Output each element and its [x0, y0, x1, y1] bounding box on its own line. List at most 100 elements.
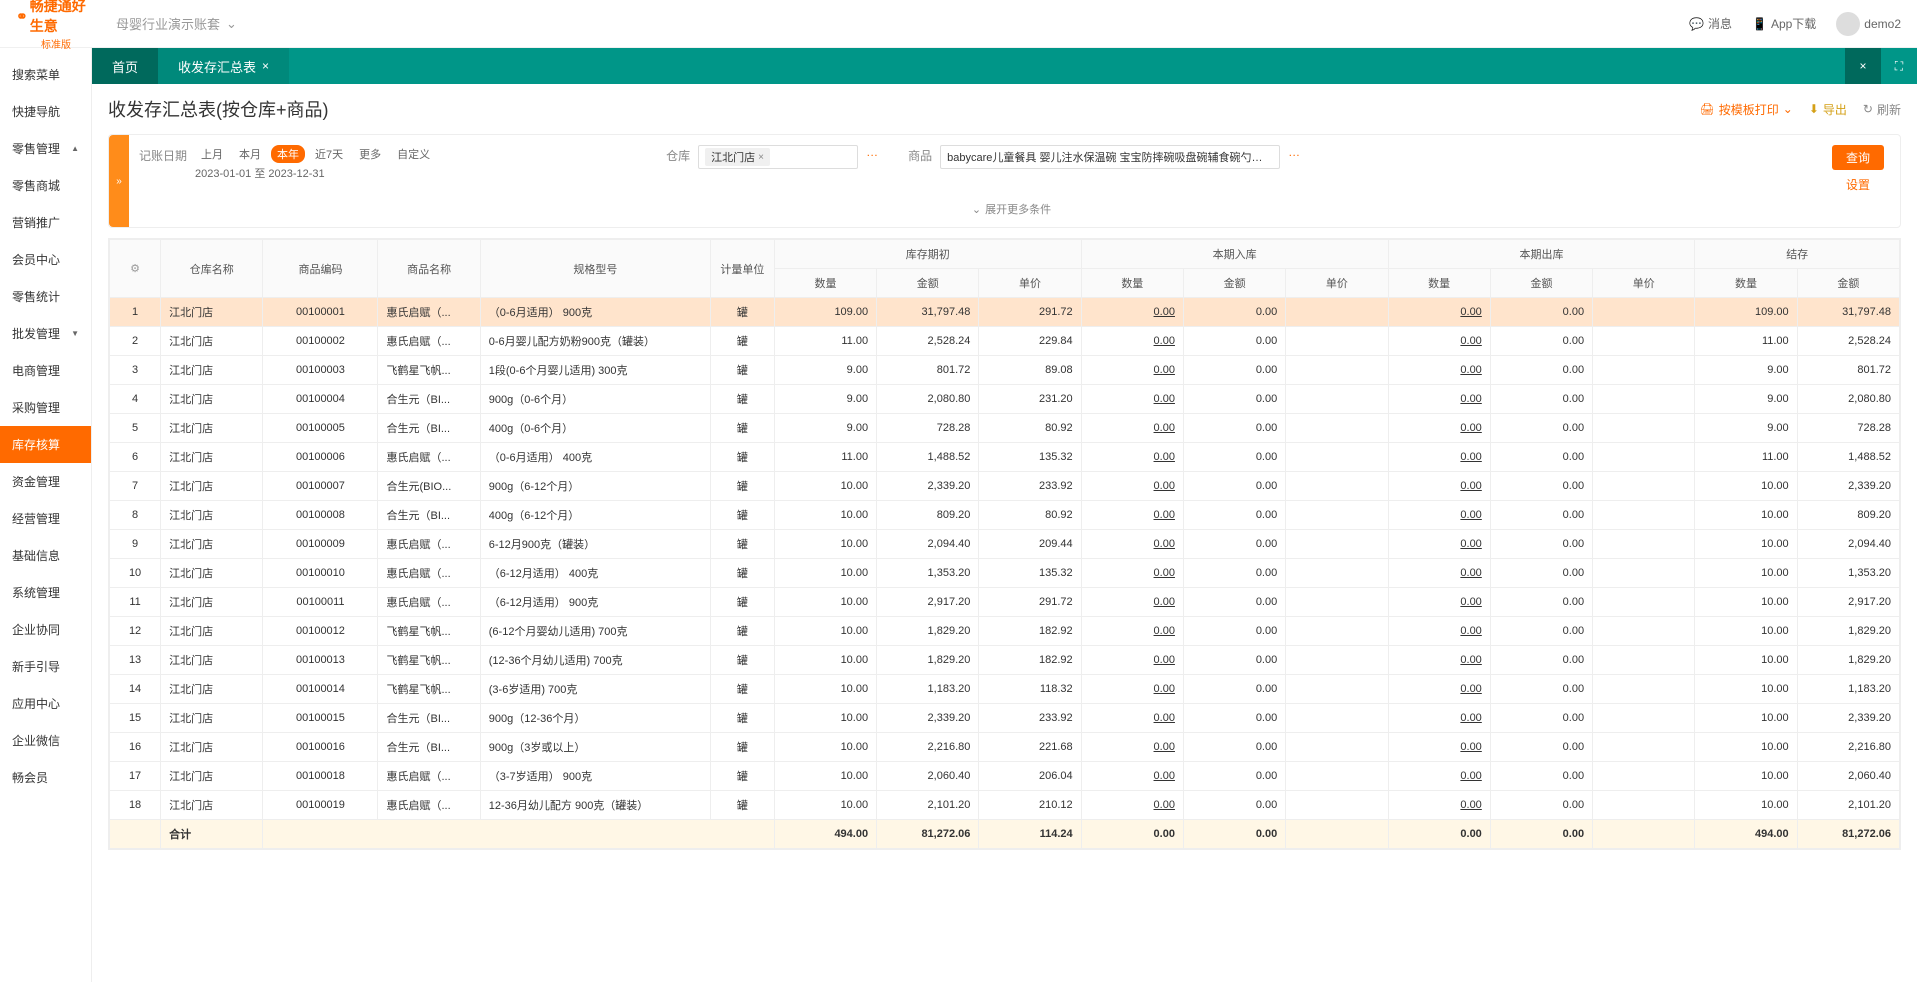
- table-row[interactable]: 7江北门店00100007合生元(BIO...900g（6-12个月）罐10.0…: [110, 472, 1900, 501]
- sidebar-item-18[interactable]: 企业微信: [0, 722, 91, 759]
- table-row[interactable]: 16江北门店00100016合生元（BI...900g（3岁或以上）罐10.00…: [110, 733, 1900, 762]
- expand-more-filters[interactable]: ⌄ 展开更多条件: [139, 201, 1884, 217]
- cell-q2[interactable]: 0.00: [1081, 733, 1183, 762]
- table-row[interactable]: 10江北门店00100010惠氏启赋（...（6-12月适用） 400克罐10.…: [110, 559, 1900, 588]
- cell-q3[interactable]: 0.00: [1388, 501, 1490, 530]
- cell-q2[interactable]: 0.00: [1081, 559, 1183, 588]
- cell-q3[interactable]: 0.00: [1388, 385, 1490, 414]
- sidebar-item-19[interactable]: 畅会员: [0, 759, 91, 796]
- product-input[interactable]: babycare儿童餐具 婴儿注水保温碗 宝宝防摔碗吸盘碗辅食碗勺套装 雀湖绿 …: [940, 145, 1280, 169]
- sidebar-item-13[interactable]: 基础信息: [0, 537, 91, 574]
- cell-q2[interactable]: 0.00: [1081, 762, 1183, 791]
- cell-q3[interactable]: 0.00: [1388, 443, 1490, 472]
- sidebar-item-1[interactable]: 快捷导航: [0, 93, 91, 130]
- sidebar-item-3[interactable]: 零售商城: [0, 167, 91, 204]
- cell-q3[interactable]: 0.00: [1388, 762, 1490, 791]
- query-button[interactable]: 查询: [1832, 145, 1884, 170]
- table-row[interactable]: 2江北门店00100002惠氏启赋（...0-6月婴儿配方奶粉900克（罐装）罐…: [110, 327, 1900, 356]
- sidebar-item-9[interactable]: 采购管理: [0, 389, 91, 426]
- messages-button[interactable]: 💬 消息: [1689, 15, 1732, 32]
- fullscreen-toggle[interactable]: ⛶: [1881, 48, 1917, 84]
- close-all-tabs[interactable]: ×: [1845, 48, 1881, 84]
- cell-q3[interactable]: 0.00: [1388, 704, 1490, 733]
- cell-q2[interactable]: 0.00: [1081, 327, 1183, 356]
- remove-tag-icon[interactable]: ×: [758, 152, 764, 163]
- sidebar-item-14[interactable]: 系统管理: [0, 574, 91, 611]
- cell-q2[interactable]: 0.00: [1081, 356, 1183, 385]
- sidebar-item-17[interactable]: 应用中心: [0, 685, 91, 722]
- cell-q3[interactable]: 0.00: [1388, 559, 1490, 588]
- user-menu[interactable]: demo2: [1836, 12, 1901, 36]
- sidebar-item-7[interactable]: 批发管理▼: [0, 315, 91, 352]
- cell-q3[interactable]: 0.00: [1388, 414, 1490, 443]
- sidebar-item-4[interactable]: 营销推广: [0, 204, 91, 241]
- table-row[interactable]: 1江北门店00100001惠氏启赋（...（0-6月适用） 900克罐109.0…: [110, 298, 1900, 327]
- table-row[interactable]: 12江北门店00100012飞鹤星飞帆...(6-12个月婴幼儿适用) 700克…: [110, 617, 1900, 646]
- cell-q2[interactable]: 0.00: [1081, 675, 1183, 704]
- table-row[interactable]: 13江北门店00100013飞鹤星飞帆...(12-36个月幼儿适用) 700克…: [110, 646, 1900, 675]
- date-pill-5[interactable]: 自定义: [391, 145, 436, 163]
- cell-q3[interactable]: 0.00: [1388, 791, 1490, 820]
- date-pill-0[interactable]: 上月: [195, 145, 229, 163]
- cell-q3[interactable]: 0.00: [1388, 472, 1490, 501]
- table-row[interactable]: 6江北门店00100006惠氏启赋（...（0-6月适用） 400克罐11.00…: [110, 443, 1900, 472]
- cell-q3[interactable]: 0.00: [1388, 646, 1490, 675]
- cell-q2[interactable]: 0.00: [1081, 530, 1183, 559]
- close-icon[interactable]: ×: [262, 59, 269, 73]
- cell-q3[interactable]: 0.00: [1388, 675, 1490, 704]
- cell-q2[interactable]: 0.00: [1081, 385, 1183, 414]
- cell-q3[interactable]: 0.00: [1388, 327, 1490, 356]
- export-button[interactable]: ⬇ 导出: [1809, 101, 1847, 118]
- date-pill-4[interactable]: 更多: [353, 145, 387, 163]
- cell-q2[interactable]: 0.00: [1081, 501, 1183, 530]
- cell-q3[interactable]: 0.00: [1388, 298, 1490, 327]
- cell-q2[interactable]: 0.00: [1081, 704, 1183, 733]
- table-row[interactable]: 3江北门店00100003飞鹤星飞帆...1段(0-6个月婴儿适用) 300克罐…: [110, 356, 1900, 385]
- settings-link[interactable]: 设置: [1832, 176, 1884, 193]
- sidebar-item-8[interactable]: 电商管理: [0, 352, 91, 389]
- table-row[interactable]: 14江北门店00100014飞鹤星飞帆...(3-6岁适用) 700克罐10.0…: [110, 675, 1900, 704]
- date-pill-3[interactable]: 近7天: [309, 145, 349, 163]
- sidebar-item-6[interactable]: 零售统计: [0, 278, 91, 315]
- product-more[interactable]: …: [1288, 145, 1300, 159]
- table-row[interactable]: 5江北门店00100005合生元（BI...400g（0-6个月）罐9.0072…: [110, 414, 1900, 443]
- table-row[interactable]: 9江北门店00100009惠氏启赋（...6-12月900克（罐装）罐10.00…: [110, 530, 1900, 559]
- print-button[interactable]: 🖨 按模板打印 ⌄: [1700, 101, 1793, 118]
- table-row[interactable]: 11江北门店00100011惠氏启赋（...（6-12月适用） 900克罐10.…: [110, 588, 1900, 617]
- cell-q3[interactable]: 0.00: [1388, 356, 1490, 385]
- cell-q2[interactable]: 0.00: [1081, 646, 1183, 675]
- date-pill-2[interactable]: 本年: [271, 145, 305, 163]
- cell-q2[interactable]: 0.00: [1081, 414, 1183, 443]
- cell-q2[interactable]: 0.00: [1081, 588, 1183, 617]
- cell-q3[interactable]: 0.00: [1388, 588, 1490, 617]
- warehouse-more[interactable]: …: [866, 145, 878, 159]
- app-download-button[interactable]: 📱 App下载: [1752, 15, 1816, 32]
- date-pill-1[interactable]: 本月: [233, 145, 267, 163]
- sidebar-item-2[interactable]: 零售管理▲: [0, 130, 91, 167]
- cell-q2[interactable]: 0.00: [1081, 472, 1183, 501]
- refresh-button[interactable]: ↻ 刷新: [1863, 101, 1901, 118]
- sidebar-item-5[interactable]: 会员中心: [0, 241, 91, 278]
- warehouse-input[interactable]: 江北门店 ×: [698, 145, 858, 169]
- tab-report[interactable]: 收发存汇总表 ×: [158, 48, 289, 84]
- table-row[interactable]: 18江北门店00100019惠氏启赋（...12-36月幼儿配方 900克（罐装…: [110, 791, 1900, 820]
- cell-q2[interactable]: 0.00: [1081, 298, 1183, 327]
- sidebar-item-15[interactable]: 企业协同: [0, 611, 91, 648]
- cell-q3[interactable]: 0.00: [1388, 733, 1490, 762]
- sidebar-item-11[interactable]: 资金管理: [0, 463, 91, 500]
- cell-q2[interactable]: 0.00: [1081, 617, 1183, 646]
- table-row[interactable]: 15江北门店00100015合生元（BI...900g（12-36个月）罐10.…: [110, 704, 1900, 733]
- sidebar-item-12[interactable]: 经营管理: [0, 500, 91, 537]
- cell-q2[interactable]: 0.00: [1081, 443, 1183, 472]
- table-row[interactable]: 17江北门店00100018惠氏启赋（...（3-7岁适用） 900克罐10.0…: [110, 762, 1900, 791]
- cell-q2[interactable]: 0.00: [1081, 791, 1183, 820]
- cell-q3[interactable]: 0.00: [1388, 530, 1490, 559]
- gear-icon[interactable]: ⚙: [130, 263, 140, 275]
- collapse-filter[interactable]: »: [109, 135, 129, 227]
- table-row[interactable]: 8江北门店00100008合生元（BI...400g（6-12个月）罐10.00…: [110, 501, 1900, 530]
- cell-q3[interactable]: 0.00: [1388, 617, 1490, 646]
- account-selector[interactable]: 母婴行业演示账套 ⌄: [116, 14, 237, 33]
- sidebar-item-16[interactable]: 新手引导: [0, 648, 91, 685]
- tab-home[interactable]: 首页: [92, 48, 158, 84]
- sidebar-item-0[interactable]: 搜索菜单: [0, 56, 91, 93]
